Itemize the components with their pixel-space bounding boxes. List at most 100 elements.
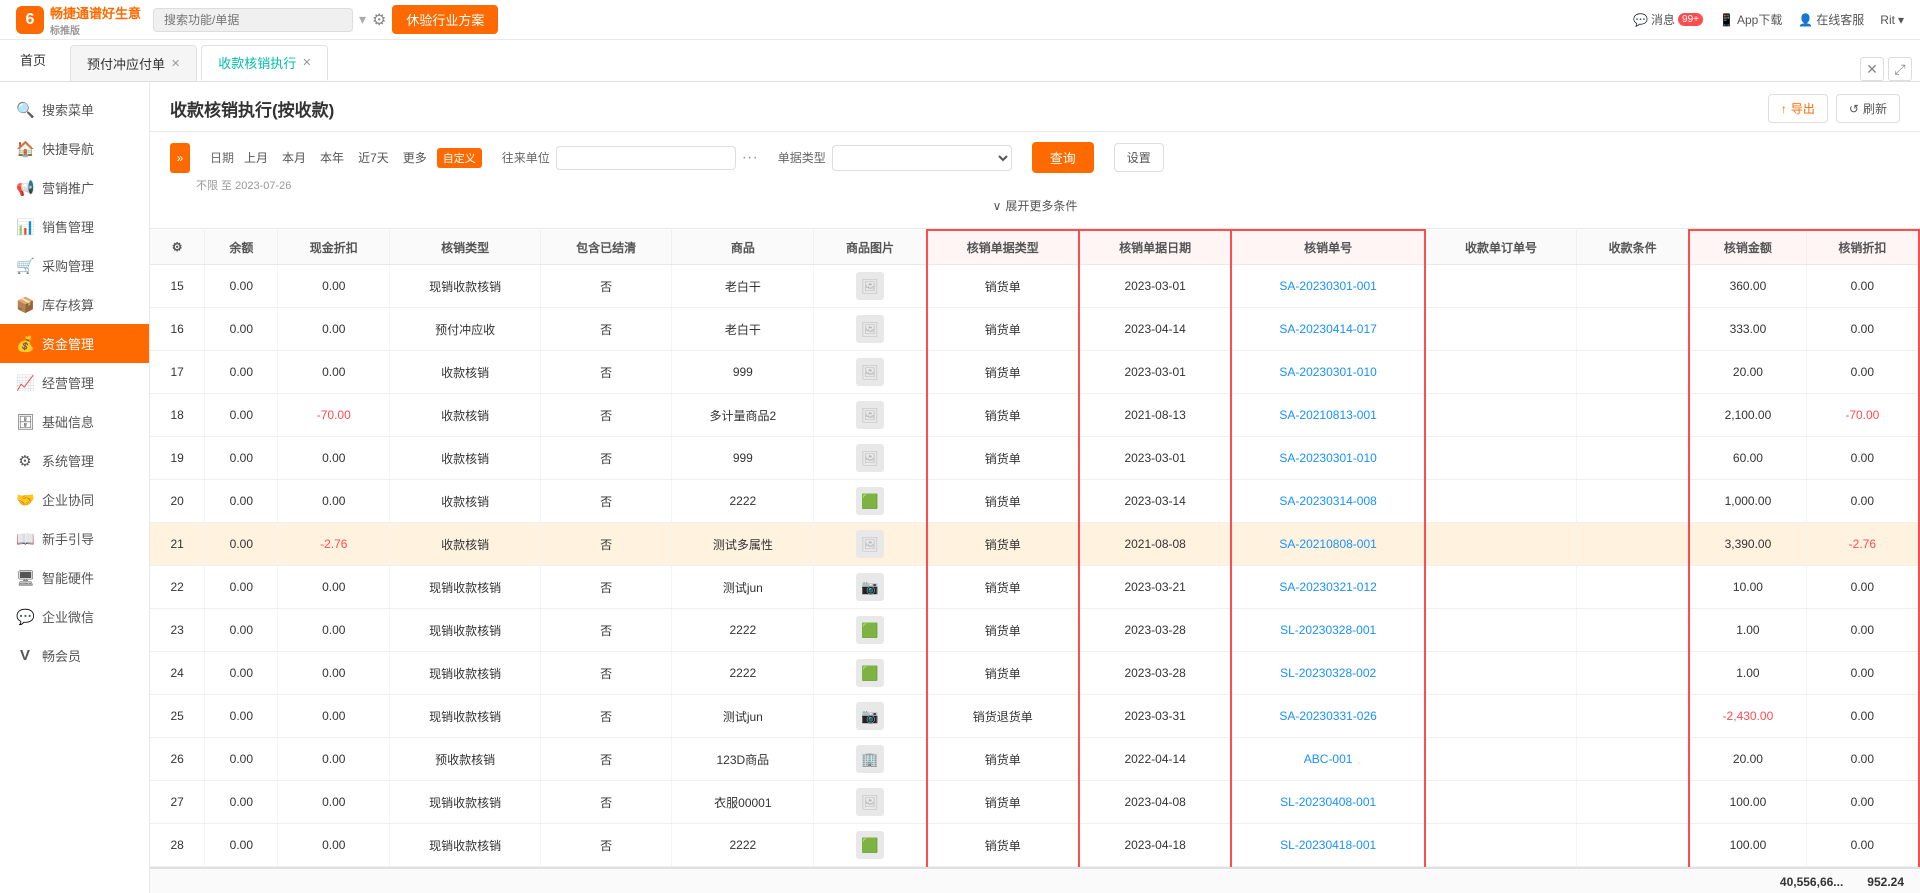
date-custom-btn[interactable]: 自定义 [437,148,482,168]
date-btn-this-month[interactable]: 本月 [278,147,310,168]
sidebar-item-guide[interactable]: 📖 新手引导 [0,519,149,558]
query-button[interactable]: 查询 [1032,142,1094,173]
td-receipt-bill-no[interactable]: SL-20230408-001 [1231,781,1425,824]
sidebar-item-enterprise[interactable]: 🤝 企业协同 [0,480,149,519]
td-receipt-bill-no[interactable]: SA-20230414-017 [1231,308,1425,351]
from-unit-dots[interactable]: ··· [742,149,758,167]
sidebar-item-wechat[interactable]: 💬 企业微信 [0,597,149,636]
receipt-bill-no-link[interactable]: SA-20210813-001 [1279,408,1376,422]
sidebar-item-sales[interactable]: 📊 销售管理 [0,207,149,246]
td-goods: 老白干 [672,265,814,308]
sidebar-label-quicknav: 快捷导航 [42,139,94,158]
table-row: 22 0.00 0.00 现销收款核销 否 测试jun 📷 销货单 2023-0… [150,566,1919,609]
top-search-input[interactable] [153,8,353,32]
receipt-bill-no-link[interactable]: ABC-001 [1304,752,1353,766]
sidebar-item-quicknav[interactable]: 🏠 快捷导航 [0,129,149,168]
sidebar-label-basic: 基础信息 [42,412,94,431]
receipt-bill-no-link[interactable]: SA-20210808-001 [1279,537,1376,551]
receipt-bill-no-link[interactable]: SA-20230301-001 [1279,279,1376,293]
td-receipt-bill-no[interactable]: SA-20230301-010 [1231,437,1425,480]
receipt-bill-no-link[interactable]: SA-20230314-008 [1279,494,1376,508]
td-receipt-bill-date: 2021-08-08 [1079,523,1231,566]
td-writeoff-amount: 100.00 [1689,781,1806,824]
settings-gear-icon[interactable]: ⚙ [372,10,386,30]
td-receipt-bill-date: 2023-03-28 [1079,652,1231,695]
filter-receipt-type: 单据类型 [778,145,1012,171]
sidebar-item-member[interactable]: V 畅会员 [0,636,149,675]
td-writeoff-discount: 0.00 [1806,437,1919,480]
user-area[interactable]: Rit ▾ [1880,13,1904,27]
receipt-bill-no-link[interactable]: SL-20230328-002 [1280,666,1376,680]
tab-home[interactable]: 首页 [0,40,66,81]
tab-prepay[interactable]: 预付冲应付单 ✕ [70,45,197,81]
sidebar-item-basic[interactable]: 🗄 基础信息 [0,402,149,441]
sidebar-item-system[interactable]: ⚙ 系统管理 [0,441,149,480]
sidebar-label-operation: 经营管理 [42,373,94,392]
td-payment-condition [1576,824,1689,867]
online-service-area[interactable]: 👤 在线客服 [1798,11,1864,28]
td-included-settled: 否 [540,523,671,566]
refresh-button[interactable]: ↺ 刷新 [1836,94,1900,123]
date-btn-7days[interactable]: 近7天 [354,147,393,168]
date-btn-more[interactable]: 更多 [399,147,431,168]
td-receipt-bill-no[interactable]: SA-20230301-010 [1231,351,1425,394]
receipt-bill-no-link[interactable]: SL-20230408-001 [1280,795,1376,809]
receipt-type-select[interactable] [832,145,1012,171]
tab-expand-btn[interactable]: ⤢ [1888,57,1912,81]
td-receipt-bill-no[interactable]: SL-20230418-001 [1231,824,1425,867]
td-receipt-bill-no[interactable]: SA-20230301-001 [1231,265,1425,308]
tab-writeoff-close-icon[interactable]: ✕ [302,56,311,69]
sidebar-item-search[interactable]: 🔍 搜索菜单 [0,90,149,129]
td-id: 19 [150,437,205,480]
goods-image-icon: 🟩 [856,487,884,515]
th-settings[interactable]: ⚙ [150,230,205,265]
app-download-area[interactable]: 📱 App下载 [1719,11,1782,28]
receipt-bill-no-link[interactable]: SL-20230418-001 [1280,838,1376,852]
tab-close-btn[interactable]: ✕ [1860,57,1884,81]
sidebar-item-hardware[interactable]: 🖥 智能硬件 [0,558,149,597]
tab-writeoff[interactable]: 收款核销执行 ✕ [201,45,328,81]
td-included-settled: 否 [540,265,671,308]
setting-button[interactable]: 设置 [1114,143,1164,172]
sidebar-item-inventory[interactable]: 📦 库存核算 [0,285,149,324]
notification-area[interactable]: 💬 消息 99+ [1633,11,1703,28]
td-writeoff-type: 收款核销 [390,394,541,437]
td-receipt-bill-no[interactable]: SA-20230331-026 [1231,695,1425,738]
from-unit-input[interactable] [556,146,736,170]
td-receipt-bill-date: 2023-03-01 [1079,351,1231,394]
sidebar-item-purchase[interactable]: 🛒 采购管理 [0,246,149,285]
td-payment-order-no [1425,781,1577,824]
table-row: 16 0.00 0.00 预付冲应收 否 老白干 🖼 销货单 2023-04-1… [150,308,1919,351]
td-receipt-bill-date: 2023-03-01 [1079,265,1231,308]
receipt-bill-no-link[interactable]: SL-20230328-001 [1280,623,1376,637]
receipt-bill-no-link[interactable]: SA-20230301-010 [1279,451,1376,465]
date-btn-last-month[interactable]: 上月 [240,147,272,168]
td-writeoff-discount: 0.00 [1806,738,1919,781]
sidebar-item-marketing[interactable]: 📢 营销推广 [0,168,149,207]
inventory-icon: 📦 [16,296,34,314]
expand-arrow[interactable]: » [170,143,190,173]
export-button[interactable]: ↑ 导出 [1768,94,1828,123]
dropdown-arrow[interactable]: ▾ [359,11,366,28]
home-icon: 🏠 [16,140,34,158]
td-payment-order-no [1425,609,1577,652]
receipt-bill-no-link[interactable]: SA-20230414-017 [1279,322,1376,336]
receipt-bill-no-link[interactable]: SA-20230301-010 [1279,365,1376,379]
td-receipt-bill-no[interactable]: SA-20210813-001 [1231,394,1425,437]
td-receipt-bill-no[interactable]: SL-20230328-002 [1231,652,1425,695]
tab-prepay-close-icon[interactable]: ✕ [171,57,180,70]
td-receipt-bill-no[interactable]: SA-20230321-012 [1231,566,1425,609]
td-goods-image: 📷 [814,695,927,738]
td-receipt-bill-no[interactable]: ABC-001 [1231,738,1425,781]
date-btn-this-year[interactable]: 本年 [316,147,348,168]
td-receipt-bill-no[interactable]: SA-20210808-001 [1231,523,1425,566]
td-receipt-bill-no[interactable]: SA-20230314-008 [1231,480,1425,523]
td-goods-image: 🟩 [814,652,927,695]
td-receipt-bill-no[interactable]: SL-20230328-001 [1231,609,1425,652]
receipt-bill-no-link[interactable]: SA-20230331-026 [1279,709,1376,723]
receipt-bill-no-link[interactable]: SA-20230321-012 [1279,580,1376,594]
sidebar-item-finance[interactable]: 💰 资金管理 [0,324,149,363]
sidebar-item-operation[interactable]: 📈 经营管理 [0,363,149,402]
expand-more-btn[interactable]: ∨ 展开更多条件 [170,193,1900,218]
industry-solution-button[interactable]: 休验行业方案 [392,5,498,34]
